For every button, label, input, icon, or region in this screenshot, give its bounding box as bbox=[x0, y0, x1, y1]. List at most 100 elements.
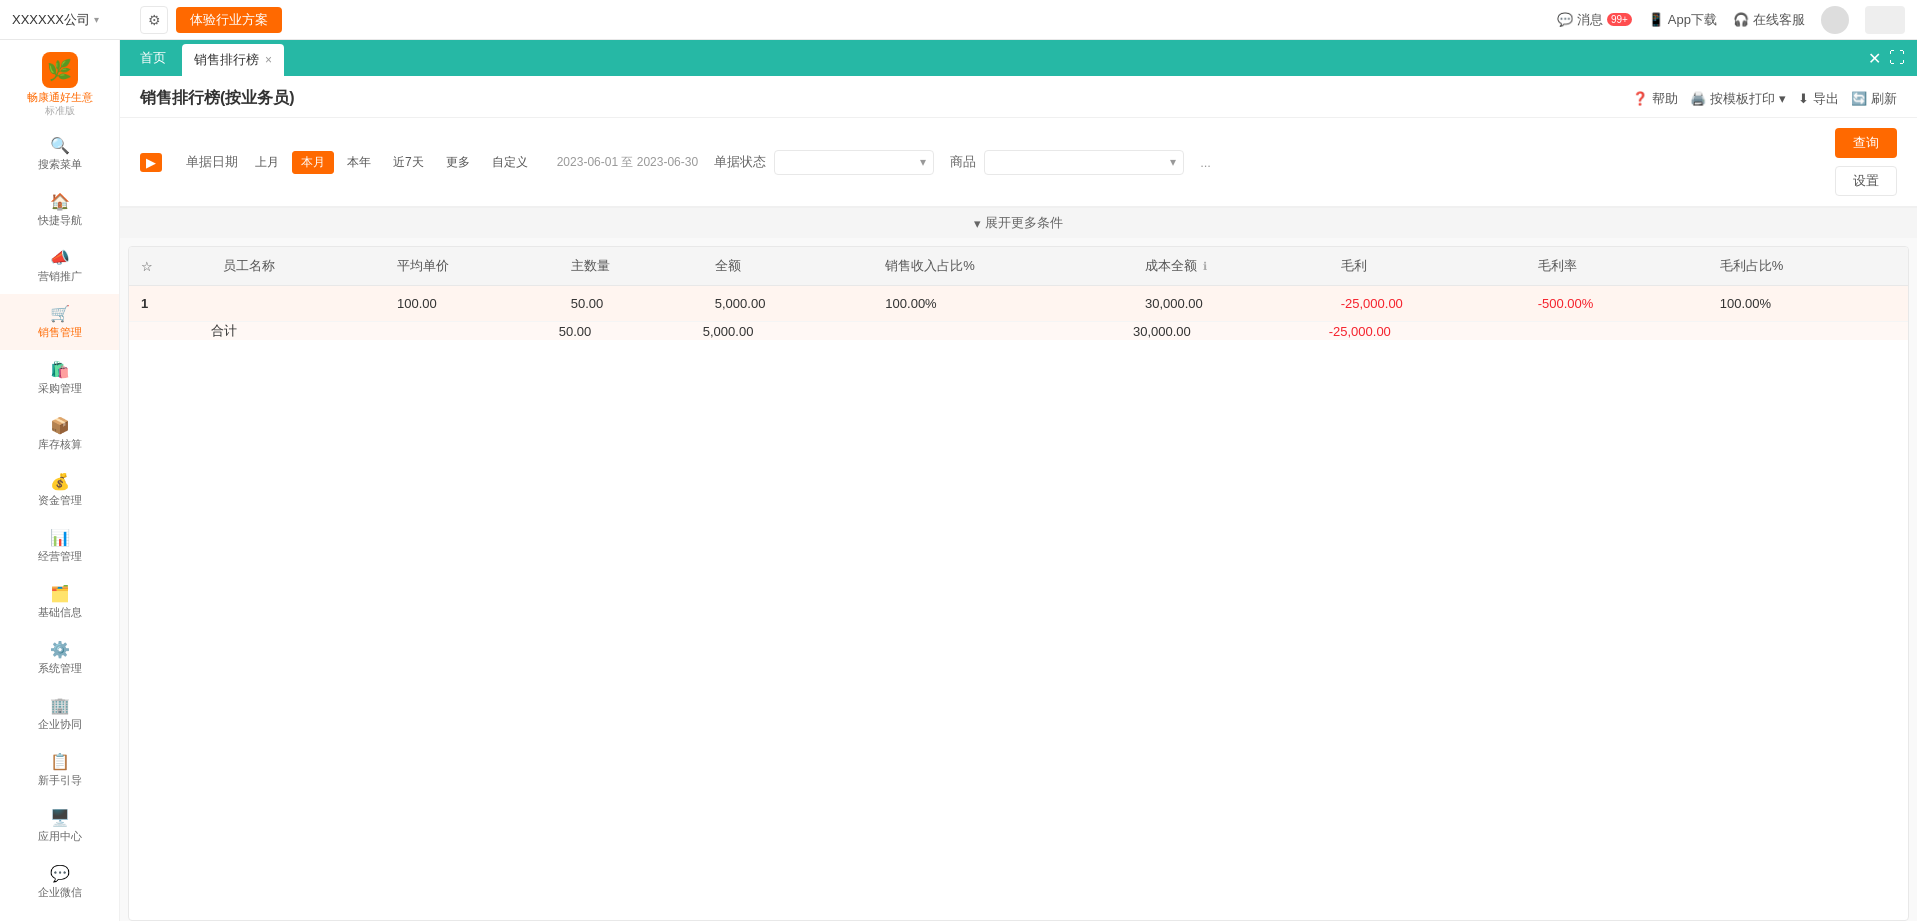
export-icon: ⬇ bbox=[1798, 91, 1809, 106]
col-cost: 成本全额 ℹ bbox=[1133, 247, 1329, 286]
sidebar-label-operations: 经营管理 bbox=[38, 549, 82, 564]
company-selector[interactable]: XXXXXX公司 ▾ bbox=[12, 11, 132, 29]
tab-home[interactable]: 首页 bbox=[124, 40, 182, 76]
app-download-btn[interactable]: 📱 App下载 bbox=[1648, 11, 1717, 29]
status-select[interactable] bbox=[774, 150, 934, 175]
settings-button[interactable]: 设置 bbox=[1835, 166, 1897, 196]
sidebar-label-app-center: 应用中心 bbox=[38, 829, 82, 844]
top-right-area: 💬 消息 99+ 📱 App下载 🎧 在线客服 bbox=[1557, 6, 1905, 34]
sidebar-item-finance[interactable]: 💰 资金管理 bbox=[0, 462, 119, 518]
sidebar-item-app-center[interactable]: 🖥️ 应用中心 bbox=[0, 798, 119, 854]
message-badge: 99+ bbox=[1607, 13, 1632, 26]
trial-button[interactable]: 体验行业方案 bbox=[176, 7, 282, 33]
col-rank: ☆ bbox=[129, 247, 211, 286]
sidebar-item-beginner[interactable]: 📋 新手引导 bbox=[0, 742, 119, 798]
home-icon: 🏠 bbox=[50, 192, 70, 211]
sidebar-label-enterprise-wx: 企业微信 bbox=[38, 885, 82, 900]
refresh-label: 刷新 bbox=[1871, 90, 1897, 108]
settings-icon-btn[interactable]: ⚙ bbox=[140, 6, 168, 34]
cell-avg-price: 100.00 bbox=[385, 286, 559, 322]
search-icon: 🔍 bbox=[50, 136, 70, 155]
company-name: XXXXXX公司 bbox=[12, 11, 90, 29]
date-btn-prev-month[interactable]: 上月 bbox=[246, 151, 288, 174]
operations-icon: 📊 bbox=[50, 528, 70, 547]
sidebar-item-search-order[interactable]: 🔍 搜索菜单 bbox=[0, 126, 119, 182]
sidebar-item-inventory[interactable]: 📦 库存核算 bbox=[0, 406, 119, 462]
date-btn-7days[interactable]: 近7天 bbox=[384, 151, 433, 174]
user-name-area bbox=[1865, 6, 1905, 34]
date-btn-this-year[interactable]: 本年 bbox=[338, 151, 380, 174]
tab-close-window-btn[interactable]: ✕ bbox=[1868, 49, 1881, 68]
beginner-icon: 📋 bbox=[50, 752, 70, 771]
export-btn[interactable]: ⬇ 导出 bbox=[1798, 90, 1839, 108]
tab-maximize-btn[interactable]: ⛶ bbox=[1889, 49, 1905, 67]
col-gross: 毛利 bbox=[1329, 247, 1526, 286]
sidebar-item-sales[interactable]: 🛒 销售管理 bbox=[0, 294, 119, 350]
sidebar-label-finance: 资金管理 bbox=[38, 493, 82, 508]
footer-sales-pct bbox=[873, 322, 1133, 341]
avatar[interactable] bbox=[1821, 6, 1849, 34]
filter-expand-btn[interactable]: ▶ bbox=[140, 153, 162, 172]
tab-close-icon[interactable]: × bbox=[265, 53, 272, 67]
marketing-icon: 📣 bbox=[50, 248, 70, 267]
sidebar-nav: 🔍 搜索菜单 🏠 快捷导航 📣 营销推广 🛒 销售管理 🛍️ 采购管理 📦 库存… bbox=[0, 126, 119, 921]
tab-active-sales-rank[interactable]: 销售排行榜 × bbox=[182, 44, 284, 76]
help-icon: ❓ bbox=[1632, 91, 1648, 106]
expand-label: 展开更多条件 bbox=[985, 214, 1063, 232]
date-btn-active[interactable]: 本月 bbox=[292, 151, 334, 174]
col-employee: 员工名称 bbox=[211, 247, 385, 286]
col-amount: 全额 bbox=[703, 247, 874, 286]
sidebar-item-basic-info[interactable]: 🗂️ 基础信息 bbox=[0, 574, 119, 630]
date-btn-more[interactable]: 更多 bbox=[437, 151, 479, 174]
table-row: 1 100.00 50.00 5,000.00 100.00% 30,000.0… bbox=[129, 286, 1908, 322]
top-bar: XXXXXX公司 ▾ ⚙ 体验行业方案 💬 消息 99+ 📱 App下载 🎧 在… bbox=[0, 0, 1917, 40]
sidebar-item-purchase[interactable]: 🛍️ 采购管理 bbox=[0, 350, 119, 406]
sidebar-item-quick-nav[interactable]: 🏠 快捷导航 bbox=[0, 182, 119, 238]
date-btns: 上月 本月 本月 本年 近7天 更多 自定义 bbox=[246, 151, 537, 174]
cell-sales-pct: 100.00% bbox=[873, 286, 1133, 322]
message-label: 消息 bbox=[1577, 11, 1603, 29]
online-service-btn[interactable]: 🎧 在线客服 bbox=[1733, 11, 1805, 29]
sidebar-item-enterprise[interactable]: 🏢 企业协同 bbox=[0, 686, 119, 742]
sidebar-item-marketing[interactable]: 📣 营销推广 bbox=[0, 238, 119, 294]
tab-bar-right: ✕ ⛶ bbox=[1868, 49, 1913, 68]
message-btn[interactable]: 💬 消息 99+ bbox=[1557, 11, 1632, 29]
col-gross-rate: 毛利率 bbox=[1526, 247, 1708, 286]
sidebar-item-member[interactable]: 👑 畅会员 bbox=[0, 910, 119, 921]
chevron-down-icon: ▾ bbox=[94, 14, 99, 25]
cell-gross: -25,000.00 bbox=[1329, 286, 1526, 322]
goods-select[interactable] bbox=[984, 150, 1184, 175]
system-icon: ⚙️ bbox=[50, 640, 70, 659]
help-btn[interactable]: ❓ 帮助 bbox=[1632, 90, 1678, 108]
col-avg-price: 平均单价 bbox=[385, 247, 559, 286]
filter-bar: ▶ 单据日期 上月 本月 本月 本年 近7天 更多 自定义 2023-06-01… bbox=[120, 118, 1917, 207]
footer-gross-pct bbox=[1708, 322, 1908, 341]
print-btn[interactable]: 🖨️ 按模板打印 ▾ bbox=[1690, 90, 1786, 108]
sidebar-item-enterprise-wx[interactable]: 💬 企业微信 bbox=[0, 854, 119, 910]
refresh-btn[interactable]: 🔄 刷新 bbox=[1851, 90, 1897, 108]
cell-employee bbox=[211, 286, 385, 322]
online-service-label: 在线客服 bbox=[1753, 11, 1805, 29]
more-filter-btn[interactable]: ... bbox=[1200, 155, 1211, 170]
sidebar-item-operations[interactable]: 📊 经营管理 bbox=[0, 518, 119, 574]
sidebar-label-sales: 销售管理 bbox=[38, 325, 82, 340]
filter-row: ▶ 单据日期 上月 本月 本月 本年 近7天 更多 自定义 2023-06-01… bbox=[140, 128, 1897, 196]
footer-gross-rate bbox=[1526, 322, 1708, 341]
header-actions: ❓ 帮助 🖨️ 按模板打印 ▾ ⬇ 导出 🔄 刷新 bbox=[1632, 90, 1897, 108]
cost-info-icon[interactable]: ℹ bbox=[1203, 260, 1207, 272]
footer-amount: 5,000.00 bbox=[703, 322, 874, 341]
footer-cost: 30,000.00 bbox=[1133, 322, 1329, 341]
expand-bar[interactable]: ▾ 展开更多条件 bbox=[120, 207, 1917, 238]
page-title: 销售排行榜(按业务员) bbox=[140, 88, 295, 109]
tab-active-label: 销售排行榜 bbox=[194, 51, 259, 69]
table-header-row: ☆ 员工名称 平均单价 主数量 全额 销售收入占比% 成本全额 ℹ 毛利 毛利率… bbox=[129, 247, 1908, 286]
main-area: 首页 销售排行榜 × ✕ ⛶ 销售排行榜(按业务员) ❓ 帮助 🖨️ 按模板打印… bbox=[120, 40, 1917, 921]
cell-amount: 5,000.00 bbox=[703, 286, 874, 322]
date-btn-custom[interactable]: 自定义 bbox=[483, 151, 537, 174]
sidebar-label-basic-info: 基础信息 bbox=[38, 605, 82, 620]
query-button[interactable]: 查询 bbox=[1835, 128, 1897, 158]
sidebar-item-system[interactable]: ⚙️ 系统管理 bbox=[0, 630, 119, 686]
cell-gross-rate: -500.00% bbox=[1526, 286, 1708, 322]
sidebar-logo: 🌿 畅康通好生意 标准版 bbox=[0, 40, 119, 126]
app-center-icon: 🖥️ bbox=[50, 808, 70, 827]
